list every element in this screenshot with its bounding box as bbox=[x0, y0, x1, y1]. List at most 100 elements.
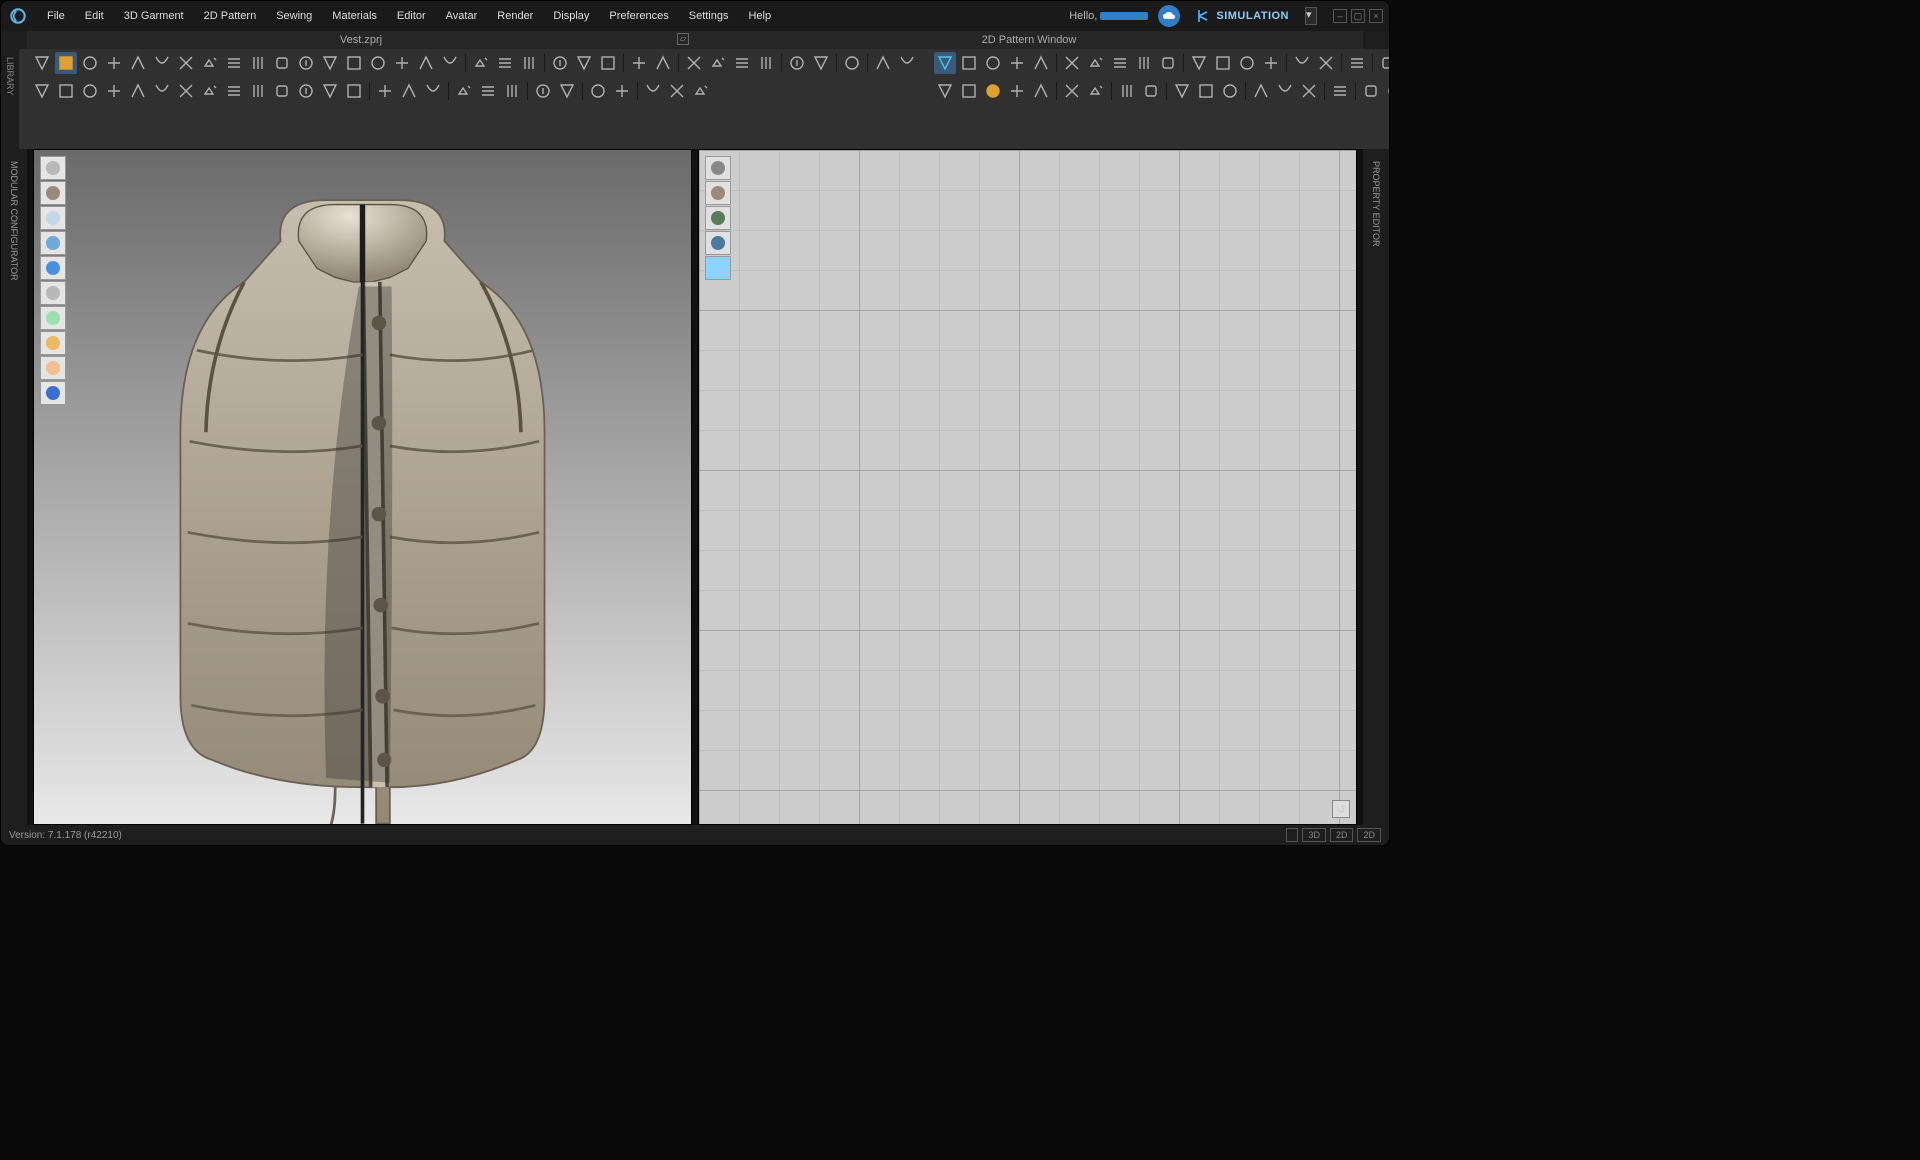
tool-point-edit[interactable] bbox=[103, 52, 125, 74]
tool-paste[interactable] bbox=[374, 80, 396, 102]
tool-rotate[interactable] bbox=[295, 80, 317, 102]
window-maximize[interactable]: ▢ bbox=[1351, 9, 1365, 23]
window-close[interactable]: × bbox=[1369, 9, 1383, 23]
tool-drag[interactable] bbox=[79, 80, 101, 102]
palette-2d-uv[interactable] bbox=[705, 231, 731, 255]
tool-check[interactable] bbox=[1329, 80, 1351, 102]
palette-2d-color[interactable] bbox=[705, 256, 731, 280]
tool-notch[interactable] bbox=[1030, 52, 1052, 74]
tool-move[interactable] bbox=[55, 52, 77, 74]
palette-3d-surface[interactable] bbox=[40, 231, 66, 255]
palette-3d-accessory[interactable] bbox=[40, 306, 66, 330]
tool-dart[interactable] bbox=[1212, 52, 1234, 74]
tool-add-line[interactable] bbox=[175, 52, 197, 74]
tool-mirror[interactable] bbox=[1061, 80, 1083, 102]
tool-copy[interactable] bbox=[1116, 80, 1138, 102]
viewport-3d[interactable] bbox=[33, 149, 692, 825]
tool-body[interactable] bbox=[573, 52, 595, 74]
tool-piping[interactable] bbox=[731, 52, 753, 74]
menu-render[interactable]: Render bbox=[487, 4, 543, 28]
tool-extra2[interactable] bbox=[896, 52, 918, 74]
tool-distrib[interactable] bbox=[1384, 80, 1390, 102]
tool-zipper[interactable] bbox=[683, 52, 705, 74]
tool-add-point[interactable] bbox=[151, 52, 173, 74]
tool-scale[interactable] bbox=[319, 80, 341, 102]
palette-3d-texture[interactable] bbox=[40, 206, 66, 230]
side-tab-library[interactable]: LIBRARY bbox=[1, 49, 19, 149]
tool-layer[interactable] bbox=[532, 80, 554, 102]
tool-font[interactable] bbox=[810, 52, 832, 74]
tool-freeze[interactable] bbox=[501, 80, 523, 102]
tool-lasso[interactable] bbox=[55, 80, 77, 102]
menu-file[interactable]: File bbox=[37, 4, 75, 28]
side-tab-property[interactable]: PROPERTY EDITOR bbox=[1371, 153, 1381, 255]
tool-lasso[interactable] bbox=[958, 80, 980, 102]
menu-preferences[interactable]: Preferences bbox=[599, 4, 678, 28]
tool-mirrorcut[interactable] bbox=[247, 80, 269, 102]
reset-view-icon[interactable]: ↺ bbox=[1332, 800, 1350, 818]
tool-internal[interactable] bbox=[1188, 52, 1210, 74]
tool-offset[interactable] bbox=[199, 80, 221, 102]
tool-pleat[interactable] bbox=[1236, 52, 1258, 74]
tool-transform[interactable] bbox=[79, 52, 101, 74]
palette-3d-earth[interactable] bbox=[40, 381, 66, 405]
tool-shape[interactable] bbox=[391, 52, 413, 74]
tool-select[interactable] bbox=[934, 52, 956, 74]
tool-skin[interactable] bbox=[597, 52, 619, 74]
tool-show[interactable] bbox=[453, 80, 475, 102]
tool-distribute[interactable] bbox=[422, 80, 444, 102]
tool-circle[interactable] bbox=[415, 52, 437, 74]
maximize-3d[interactable]: ▱ bbox=[677, 33, 689, 45]
tool-pin[interactable] bbox=[271, 52, 293, 74]
tool-add[interactable] bbox=[1006, 52, 1028, 74]
tool-link[interactable] bbox=[103, 80, 125, 102]
menu-sewing[interactable]: Sewing bbox=[266, 4, 322, 28]
menu-editor[interactable]: Editor bbox=[387, 4, 436, 28]
palette-3d-arrangement[interactable] bbox=[40, 256, 66, 280]
tool-circle[interactable] bbox=[1157, 52, 1179, 74]
tool-sel2[interactable] bbox=[31, 80, 53, 102]
menu-display[interactable]: Display bbox=[543, 4, 599, 28]
mode-3d[interactable]: 3D bbox=[1302, 828, 1326, 842]
palette-3d-garment[interactable] bbox=[40, 181, 66, 205]
tool-pen[interactable] bbox=[1061, 52, 1083, 74]
tool-wind[interactable] bbox=[518, 52, 540, 74]
cloud-icon[interactable] bbox=[1158, 5, 1180, 27]
tool-select[interactable] bbox=[31, 52, 53, 74]
palette-3d-motion[interactable] bbox=[40, 331, 66, 355]
tool-line[interactable] bbox=[1109, 52, 1131, 74]
tool-seam[interactable] bbox=[1260, 52, 1282, 74]
mode-2d-b[interactable]: 2D bbox=[1357, 828, 1381, 842]
palette-3d-bounding[interactable] bbox=[40, 281, 66, 305]
simulation-dropdown[interactable]: ▾ bbox=[1305, 7, 1317, 25]
tool-normal[interactable] bbox=[556, 80, 578, 102]
tool-hide[interactable] bbox=[477, 80, 499, 102]
tool-align[interactable] bbox=[1360, 80, 1382, 102]
tool-strength[interactable] bbox=[587, 80, 609, 102]
menu-help[interactable]: Help bbox=[738, 4, 781, 28]
tool-rot[interactable] bbox=[1006, 80, 1028, 102]
tool-tack[interactable] bbox=[247, 52, 269, 74]
tool-avatar-fit[interactable] bbox=[470, 52, 492, 74]
tool-symm[interactable] bbox=[1291, 52, 1313, 74]
tool-button[interactable] bbox=[707, 52, 729, 74]
menu-edit[interactable]: Edit bbox=[75, 4, 114, 28]
simulation-button[interactable]: SIMULATION bbox=[1190, 7, 1295, 25]
tool-move[interactable] bbox=[982, 80, 1004, 102]
menu-2d-pattern[interactable]: 2D Pattern bbox=[194, 4, 267, 28]
tool-cut[interactable] bbox=[199, 52, 221, 74]
tool-extend[interactable] bbox=[271, 80, 293, 102]
tool-trace[interactable] bbox=[1315, 52, 1337, 74]
menu-avatar[interactable]: Avatar bbox=[436, 4, 488, 28]
tool-sewing[interactable] bbox=[1250, 80, 1272, 102]
tool-extra1[interactable] bbox=[872, 52, 894, 74]
tool-cut[interactable] bbox=[1171, 80, 1193, 102]
tool-fan[interactable] bbox=[652, 52, 674, 74]
viewport-2d[interactable]: ↺ bbox=[698, 149, 1357, 825]
tool-unfold[interactable] bbox=[1346, 52, 1368, 74]
tool-align[interactable] bbox=[398, 80, 420, 102]
tool-arc[interactable] bbox=[151, 80, 173, 102]
tool-steam[interactable] bbox=[628, 52, 650, 74]
tool-arrange[interactable] bbox=[549, 52, 571, 74]
palette-3d-uv[interactable] bbox=[40, 356, 66, 380]
